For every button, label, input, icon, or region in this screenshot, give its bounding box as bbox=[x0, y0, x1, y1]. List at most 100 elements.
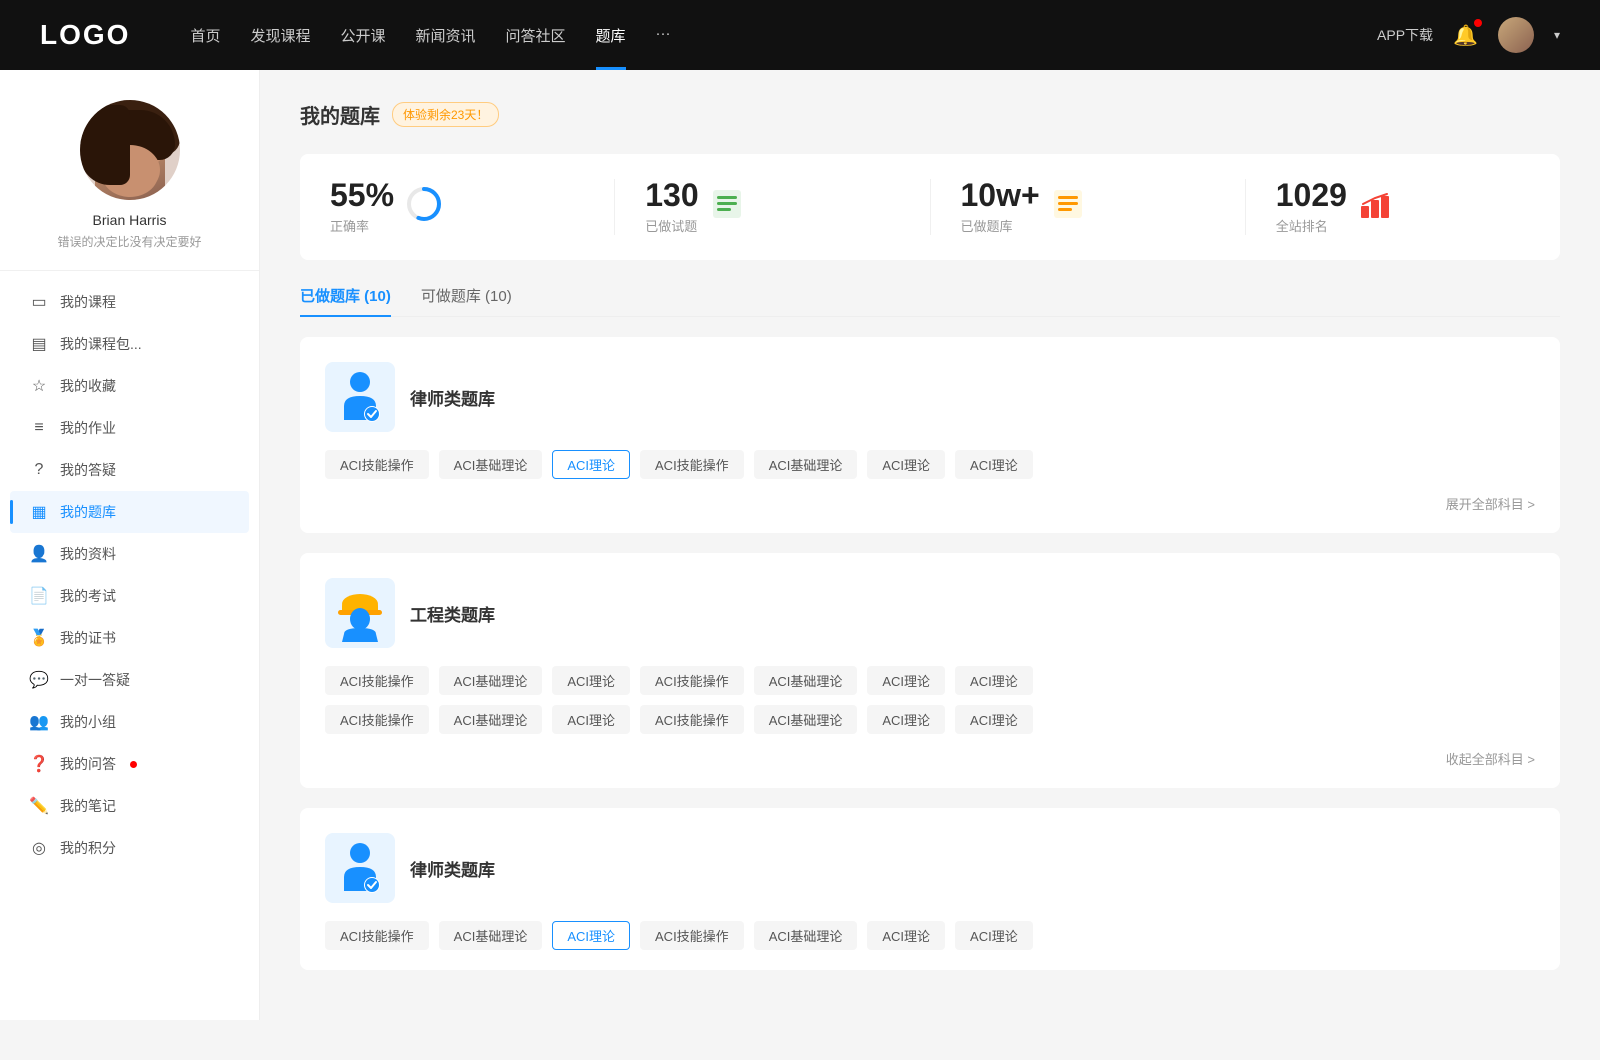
sidebar-item-favorites[interactable]: ☆ 我的收藏 bbox=[10, 365, 249, 407]
tags-row-engineer-1: ACI技能操作 ACI基础理论 ACI理论 ACI技能操作 ACI基础理论 AC… bbox=[325, 666, 1535, 695]
tag-item[interactable]: ACI基础理论 bbox=[439, 705, 543, 734]
sidebar-label-certificate: 我的证书 bbox=[60, 628, 116, 648]
trial-badge: 体验剩余23天！ bbox=[392, 102, 499, 127]
stat-value-rank: 1029 bbox=[1276, 179, 1347, 211]
tag-item[interactable]: ACI基础理论 bbox=[439, 450, 543, 479]
tag-item[interactable]: ACI技能操作 bbox=[325, 450, 429, 479]
tag-item[interactable]: ACI理论 bbox=[552, 666, 630, 695]
tag-item[interactable]: ACI理论 bbox=[867, 450, 945, 479]
sidebar-label-favorites: 我的收藏 bbox=[60, 376, 116, 396]
notification-badge bbox=[1474, 19, 1482, 27]
certificate-icon: 🏅 bbox=[30, 629, 48, 647]
tag-item[interactable]: ACI基础理论 bbox=[754, 666, 858, 695]
tag-item[interactable]: ACI理论 bbox=[867, 921, 945, 950]
sidebar-label-course-package: 我的课程包... bbox=[60, 334, 142, 354]
stat-correct-rate: 55% 正确率 bbox=[300, 179, 615, 235]
sidebar-item-homework[interactable]: ≡ 我的作业 bbox=[10, 407, 249, 449]
user-avatar[interactable] bbox=[1498, 17, 1534, 53]
done-bank-icon bbox=[1052, 188, 1084, 227]
navbar: LOGO 首页 发现课程 公开课 新闻资讯 问答社区 题库 ··· APP下载 … bbox=[0, 0, 1600, 70]
rank-icon bbox=[1359, 188, 1391, 227]
sidebar-item-questions[interactable]: ❓ 我的问答 bbox=[10, 743, 249, 785]
user-dropdown-arrow[interactable]: ▾ bbox=[1554, 28, 1560, 42]
sidebar-label-points: 我的积分 bbox=[60, 838, 116, 858]
nav-news[interactable]: 新闻资讯 bbox=[416, 25, 476, 46]
nav-question-bank[interactable]: 题库 bbox=[596, 25, 626, 46]
tag-item[interactable]: ACI理论 bbox=[955, 705, 1033, 734]
tag-item[interactable]: ACI理论 bbox=[552, 705, 630, 734]
tag-item[interactable]: ACI技能操作 bbox=[640, 666, 744, 695]
stat-value-done-bank: 10w+ bbox=[961, 179, 1040, 211]
category-card-engineer: 工程类题库 ACI技能操作 ACI基础理论 ACI理论 ACI技能操作 ACI基… bbox=[300, 553, 1560, 788]
correct-rate-icon bbox=[406, 186, 442, 229]
stat-done-bank: 10w+ 已做题库 bbox=[931, 179, 1246, 235]
tag-item[interactable]: ACI基础理论 bbox=[439, 921, 543, 950]
nav-home[interactable]: 首页 bbox=[190, 25, 220, 46]
course-package-icon: ▤ bbox=[30, 335, 48, 353]
sidebar-item-notes[interactable]: ✏️ 我的笔记 bbox=[10, 785, 249, 827]
category-icon-lawyer-2 bbox=[325, 833, 395, 903]
sidebar-item-my-qa[interactable]: ? 我的答疑 bbox=[10, 449, 249, 491]
tag-item[interactable]: ACI基础理论 bbox=[754, 450, 858, 479]
tag-item[interactable]: ACI技能操作 bbox=[325, 666, 429, 695]
tag-item[interactable]: ACI技能操作 bbox=[640, 921, 744, 950]
avatar bbox=[80, 100, 180, 200]
expand-all-lawyer-1[interactable]: 展开全部科目 > bbox=[325, 489, 1535, 523]
sidebar-label-group: 我的小组 bbox=[60, 712, 116, 732]
tab-done[interactable]: 已做题库 (10) bbox=[300, 285, 391, 316]
tag-item[interactable]: ACI理论 bbox=[955, 666, 1033, 695]
sidebar-label-my-qa: 我的答疑 bbox=[60, 460, 116, 480]
stat-label-correct-rate: 正确率 bbox=[330, 216, 394, 235]
sidebar-label-notes: 我的笔记 bbox=[60, 796, 116, 816]
collapse-all-engineer[interactable]: 收起全部科目 > bbox=[325, 744, 1535, 778]
sidebar-item-1on1[interactable]: 💬 一对一答疑 bbox=[10, 659, 249, 701]
tab-available[interactable]: 可做题库 (10) bbox=[421, 285, 512, 316]
stat-label-done-bank: 已做题库 bbox=[961, 216, 1040, 235]
tag-item[interactable]: ACI技能操作 bbox=[325, 921, 429, 950]
sidebar-label-profile: 我的资料 bbox=[60, 544, 116, 564]
category-card-lawyer-2: 律师类题库 ACI技能操作 ACI基础理论 ACI理论 ACI技能操作 ACI基… bbox=[300, 808, 1560, 970]
tag-item[interactable]: ACI理论 bbox=[867, 705, 945, 734]
tag-item[interactable]: ACI技能操作 bbox=[640, 450, 744, 479]
app-download-link[interactable]: APP下载 bbox=[1377, 25, 1433, 45]
tags-row-lawyer-1: ACI技能操作 ACI基础理论 ACI理论 ACI技能操作 ACI基础理论 AC… bbox=[325, 450, 1535, 479]
sidebar: Brian Harris 错误的决定比没有决定要好 ▭ 我的课程 ▤ 我的课程包… bbox=[0, 70, 260, 1020]
sidebar-item-group[interactable]: 👥 我的小组 bbox=[10, 701, 249, 743]
sidebar-label-1on1: 一对一答疑 bbox=[60, 670, 130, 690]
question-bank-icon: ▦ bbox=[30, 503, 48, 521]
tag-item[interactable]: ACI技能操作 bbox=[325, 705, 429, 734]
tag-item[interactable]: ACI基础理论 bbox=[439, 666, 543, 695]
sidebar-item-question-bank[interactable]: ▦ 我的题库 bbox=[10, 491, 249, 533]
nav-menu: 首页 发现课程 公开课 新闻资讯 问答社区 题库 ··· bbox=[190, 25, 1377, 46]
nav-qa[interactable]: 问答社区 bbox=[506, 25, 566, 46]
nav-open-course[interactable]: 公开课 bbox=[340, 25, 385, 46]
tag-item[interactable]: ACI技能操作 bbox=[640, 705, 744, 734]
notification-bell[interactable]: 🔔 bbox=[1453, 23, 1478, 48]
tags-row-lawyer-2: ACI技能操作 ACI基础理论 ACI理论 ACI技能操作 ACI基础理论 AC… bbox=[325, 921, 1535, 950]
main-layout: Brian Harris 错误的决定比没有决定要好 ▭ 我的课程 ▤ 我的课程包… bbox=[0, 70, 1600, 1020]
notes-icon: ✏️ bbox=[30, 797, 48, 815]
page-header: 我的题库 体验剩余23天！ bbox=[300, 100, 1560, 129]
sidebar-item-points[interactable]: ◎ 我的积分 bbox=[10, 827, 249, 869]
nav-more[interactable]: ··· bbox=[656, 25, 671, 46]
sidebar-item-profile[interactable]: 👤 我的资料 bbox=[10, 533, 249, 575]
sidebar-item-exam[interactable]: 📄 我的考试 bbox=[10, 575, 249, 617]
tag-item[interactable]: ACI理论 bbox=[955, 450, 1033, 479]
page-title: 我的题库 bbox=[300, 100, 380, 129]
sidebar-item-certificate[interactable]: 🏅 我的证书 bbox=[10, 617, 249, 659]
profile-icon: 👤 bbox=[30, 545, 48, 563]
nav-discover[interactable]: 发现课程 bbox=[250, 25, 310, 46]
tag-item[interactable]: ACI理论 bbox=[955, 921, 1033, 950]
category-icon-engineer bbox=[325, 578, 395, 648]
tag-item[interactable]: ACI基础理论 bbox=[754, 705, 858, 734]
sidebar-label-questions: 我的问答 bbox=[60, 754, 116, 774]
tag-item[interactable]: ACI基础理论 bbox=[754, 921, 858, 950]
logo[interactable]: LOGO bbox=[40, 19, 130, 51]
category-title-lawyer-1: 律师类题库 bbox=[410, 385, 495, 410]
sidebar-item-course-package[interactable]: ▤ 我的课程包... bbox=[10, 323, 249, 365]
tag-item-active[interactable]: ACI理论 bbox=[552, 921, 630, 950]
stat-label-done-questions: 已做试题 bbox=[645, 216, 698, 235]
tag-item[interactable]: ACI理论 bbox=[867, 666, 945, 695]
sidebar-item-my-course[interactable]: ▭ 我的课程 bbox=[10, 281, 249, 323]
tag-item-active[interactable]: ACI理论 bbox=[552, 450, 630, 479]
